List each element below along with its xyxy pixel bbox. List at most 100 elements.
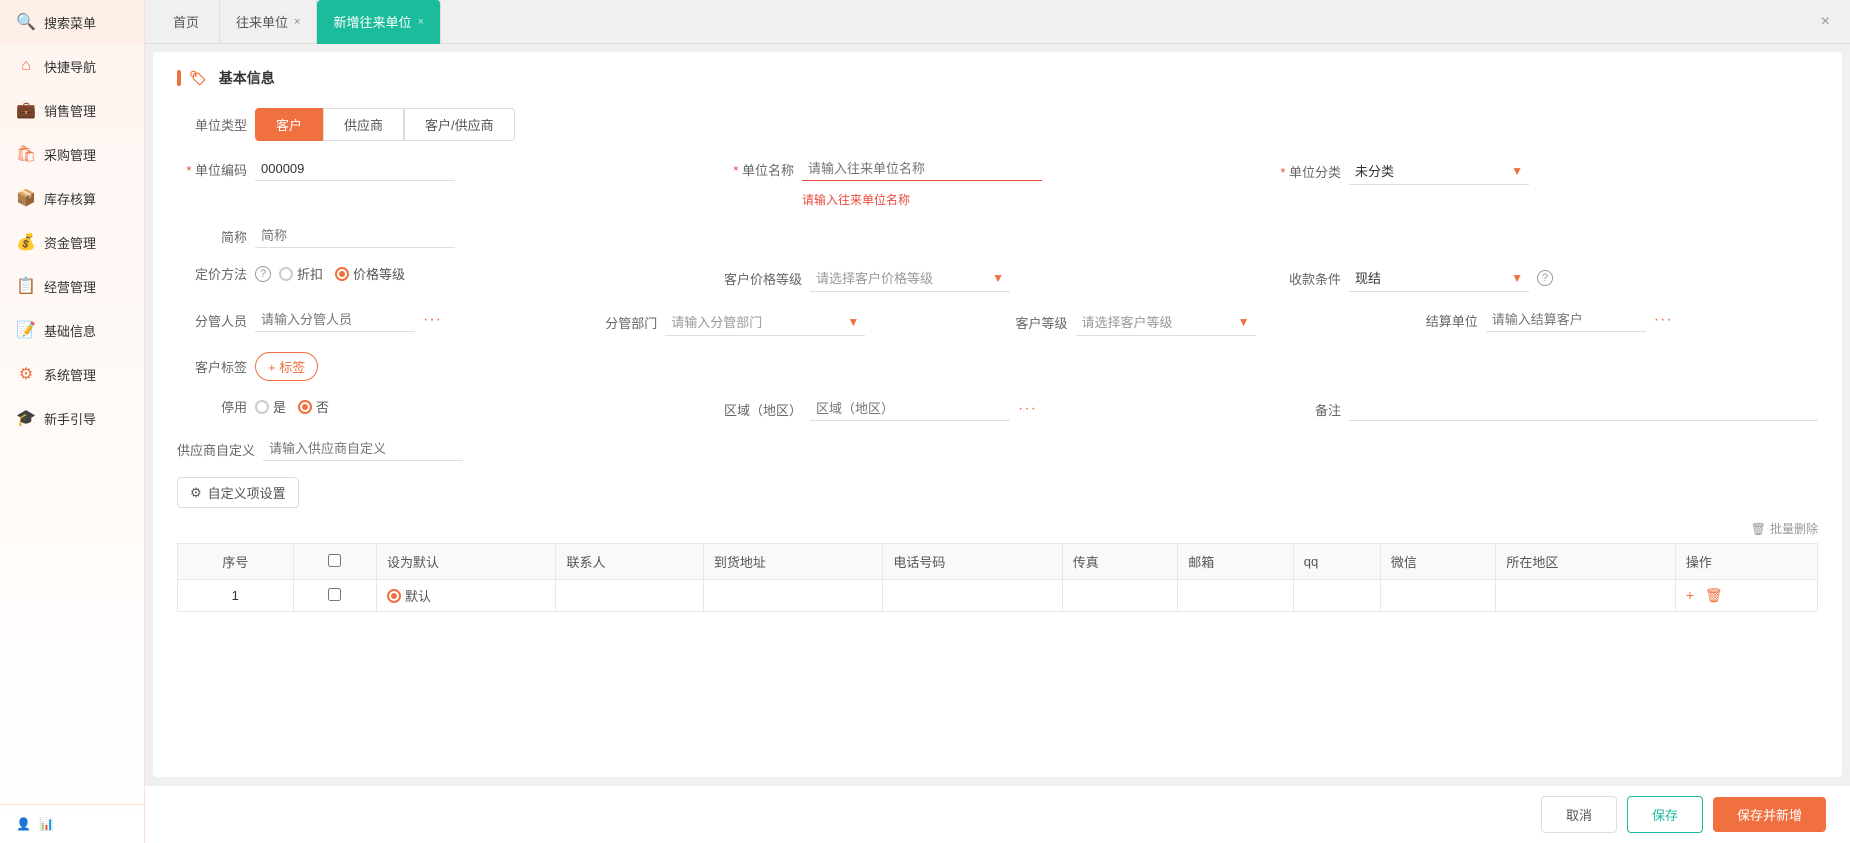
contacts-table: 序号 设为默认 联系人 到货地址 电话号码 传真 邮箱 qq 微信 所在地区 操… — [177, 543, 1818, 612]
tags-field: 客户标签 + 标签 — [177, 352, 1818, 381]
sidebar-item-operation[interactable]: 📋 经营管理 — [0, 264, 144, 308]
sidebar-item-label: 搜索菜单 — [44, 13, 96, 32]
sidebar-item-system[interactable]: ⚙ 系统管理 — [0, 352, 144, 396]
disabled-radio-no[interactable]: 否 — [298, 397, 329, 416]
settlement-field: 结算单位 ··· — [1408, 308, 1818, 332]
col-phone: 电话号码 — [883, 544, 1062, 580]
sidebar-item-purchase[interactable]: 🛍 采购管理 — [0, 132, 144, 176]
table-row: 1 默认 — [178, 580, 1818, 612]
tab-new-partner-close[interactable]: × — [417, 16, 423, 28]
sidebar-item-guide[interactable]: 🎓 新手引导 — [0, 396, 144, 440]
disabled-row: 停用 是 否 区域（地区） ··· 备注 — [177, 397, 1818, 421]
disabled-radio-yes[interactable]: 是 — [255, 397, 286, 416]
sidebar-item-search[interactable]: 🔍 搜索菜单 — [0, 0, 144, 44]
pricing-radio-discount[interactable]: 折扣 — [279, 264, 323, 283]
chevron-down-icon: ▼ — [847, 315, 859, 329]
row-checkbox — [293, 580, 377, 612]
short-name-label: 简称 — [177, 227, 247, 246]
custom-settings-area: ⚙ 自定义项设置 — [177, 477, 1818, 508]
main-area: 首页 往来单位 × 新增往来单位 × × 🏷 基本信息 单位类型 客户 供应商 — [145, 0, 1850, 843]
tab-home[interactable]: 首页 — [153, 0, 220, 44]
tab-partners-close[interactable]: × — [294, 16, 300, 28]
manager-more-icon[interactable]: ··· — [423, 311, 442, 329]
chevron-down-icon: ▼ — [1511, 271, 1523, 285]
guide-icon: 🎓 — [16, 408, 36, 428]
settlement-label: 结算单位 — [1408, 311, 1478, 330]
customer-level-select[interactable]: 请选择客户等级 ▼ — [1076, 308, 1256, 336]
save-and-new-button[interactable]: 保存并新增 — [1713, 797, 1826, 832]
batch-delete-area[interactable]: 🗑 批量删除 — [177, 520, 1818, 537]
add-tag-button[interactable]: + 标签 — [255, 352, 318, 381]
tab-partners[interactable]: 往来单位 × — [220, 0, 317, 44]
section-icon: 🏷 — [189, 70, 207, 87]
payment-terms-select[interactable]: 现结 ▼ — [1349, 264, 1529, 292]
chevron-down-icon: ▼ — [992, 271, 1004, 285]
unit-type-customer-btn[interactable]: 客户 — [255, 108, 323, 141]
unit-type-field: 单位类型 客户 供应商 客户/供应商 — [177, 108, 1818, 141]
col-address: 到货地址 — [703, 544, 882, 580]
sidebar-item-quicknav[interactable]: ⌂ 快捷导航 — [0, 44, 144, 88]
col-action: 操作 — [1675, 544, 1817, 580]
sidebar-item-label: 采购管理 — [44, 145, 96, 164]
row-default-radio[interactable]: 默认 — [387, 586, 545, 605]
settlement-more-icon[interactable]: ··· — [1654, 311, 1673, 329]
add-row-button[interactable]: + — [1686, 587, 1694, 603]
unit-code-label: 单位编码 — [177, 160, 247, 179]
custom-settings-button[interactable]: ⚙ 自定义项设置 — [177, 477, 299, 508]
form-area: 🏷 基本信息 单位类型 客户 供应商 客户/供应商 单位编码 单位名 — [153, 52, 1842, 777]
select-all-checkbox[interactable] — [328, 554, 341, 567]
bottom-toolbar: 取消 保存 保存并新增 — [145, 785, 1850, 843]
basic-info-icon: 📝 — [16, 320, 36, 340]
sidebar-item-sales[interactable]: 💼 销售管理 — [0, 88, 144, 132]
tags-row: 客户标签 + 标签 — [177, 352, 1818, 381]
row-email — [1178, 580, 1294, 612]
manager-input[interactable] — [255, 308, 415, 332]
sidebar-item-basic-info[interactable]: 📝 基础信息 — [0, 308, 144, 352]
unit-code-input[interactable] — [255, 157, 455, 181]
sidebar-item-label: 资金管理 — [44, 233, 96, 252]
save-button[interactable]: 保存 — [1627, 796, 1703, 833]
batch-delete-label: 批量删除 — [1770, 520, 1818, 537]
pricing-method-field: 定价方法 ? 折扣 价格等级 — [177, 264, 724, 283]
customer-price-label: 客户价格等级 — [724, 269, 802, 288]
region-more-icon[interactable]: ··· — [1018, 400, 1037, 418]
col-contact: 联系人 — [556, 544, 703, 580]
sidebar-item-label: 基础信息 — [44, 321, 96, 340]
sidebar-item-inventory[interactable]: 📦 库存核算 — [0, 176, 144, 220]
delete-row-button[interactable]: 🗑 — [1705, 587, 1723, 603]
unit-type-both-btn[interactable]: 客户/供应商 — [404, 108, 515, 141]
row-select-checkbox[interactable] — [328, 588, 341, 601]
supplier-custom-input[interactable] — [263, 437, 463, 461]
unit-type-supplier-btn[interactable]: 供应商 — [323, 108, 404, 141]
section-icon-bar — [177, 70, 181, 86]
customer-price-select[interactable]: 请选择客户价格等级 ▼ — [810, 264, 1010, 292]
remark-input[interactable] — [1349, 397, 1818, 421]
manager-label: 分管人员 — [177, 311, 247, 330]
payment-help-icon[interactable]: ? — [1537, 270, 1553, 286]
disabled-label: 停用 — [177, 397, 247, 416]
row-default-radio-circle — [387, 589, 401, 603]
col-default: 设为默认 — [377, 544, 556, 580]
customer-level-field: 客户等级 请选择客户等级 ▼ — [998, 308, 1408, 336]
short-name-input[interactable] — [255, 224, 455, 248]
sidebar-item-label: 经营管理 — [44, 277, 96, 296]
sidebar-item-label: 新手引导 — [44, 409, 96, 428]
supplier-custom-label: 供应商自定义 — [177, 440, 255, 459]
tag-label: 客户标签 — [177, 357, 247, 376]
supplier-custom-row: 供应商自定义 — [177, 437, 1818, 461]
close-all-button[interactable]: × — [1809, 13, 1842, 31]
pricing-help-icon[interactable]: ? — [255, 266, 271, 282]
dept-select[interactable]: 请输入分管部门 ▼ — [665, 308, 865, 336]
row-phone — [883, 580, 1062, 612]
unit-category-select[interactable]: 未分类 ▼ — [1349, 157, 1529, 185]
inventory-icon: 📦 — [16, 188, 36, 208]
pricing-radio-level[interactable]: 价格等级 — [335, 264, 405, 283]
settlement-input[interactable] — [1486, 308, 1646, 332]
cancel-button[interactable]: 取消 — [1541, 796, 1617, 833]
row-address — [703, 580, 882, 612]
col-region: 所在地区 — [1496, 544, 1675, 580]
unit-name-input[interactable] — [802, 157, 1042, 181]
region-input[interactable] — [810, 397, 1010, 421]
sidebar-item-finance[interactable]: 💰 资金管理 — [0, 220, 144, 264]
tab-new-partner[interactable]: 新增往来单位 × — [317, 0, 440, 44]
